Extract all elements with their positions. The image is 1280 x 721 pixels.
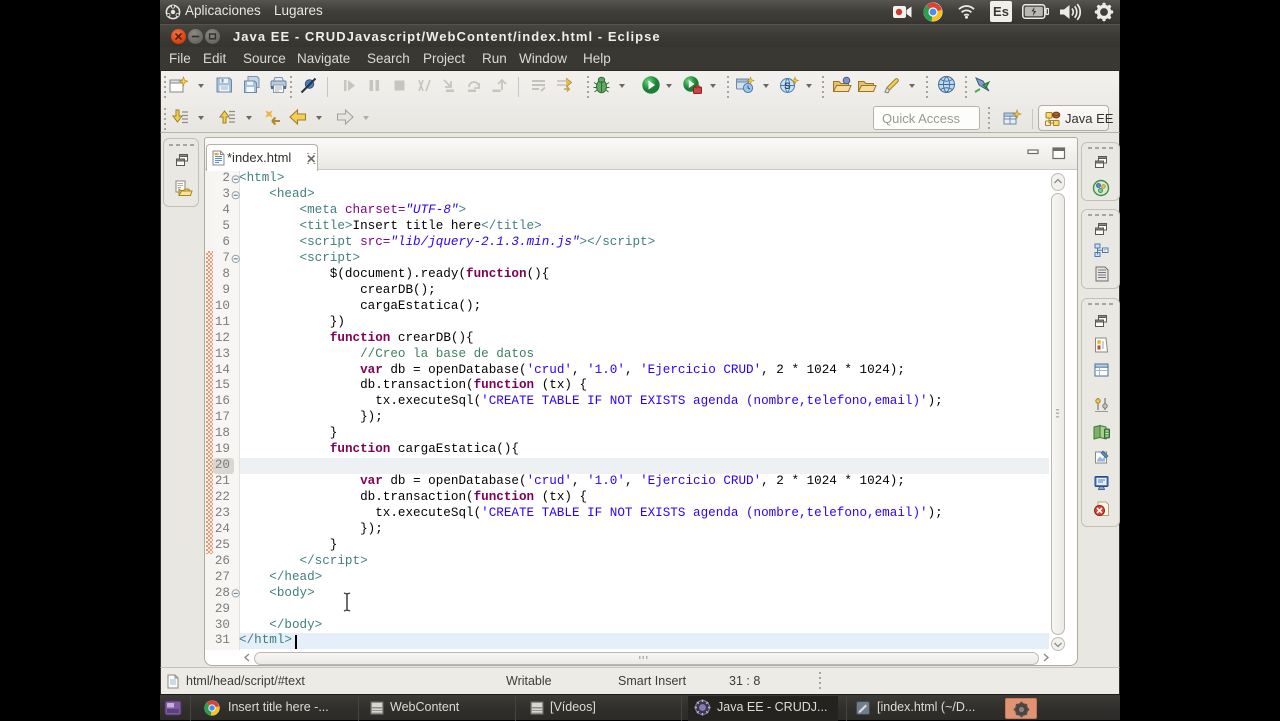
svg-text:S: S (784, 81, 790, 92)
